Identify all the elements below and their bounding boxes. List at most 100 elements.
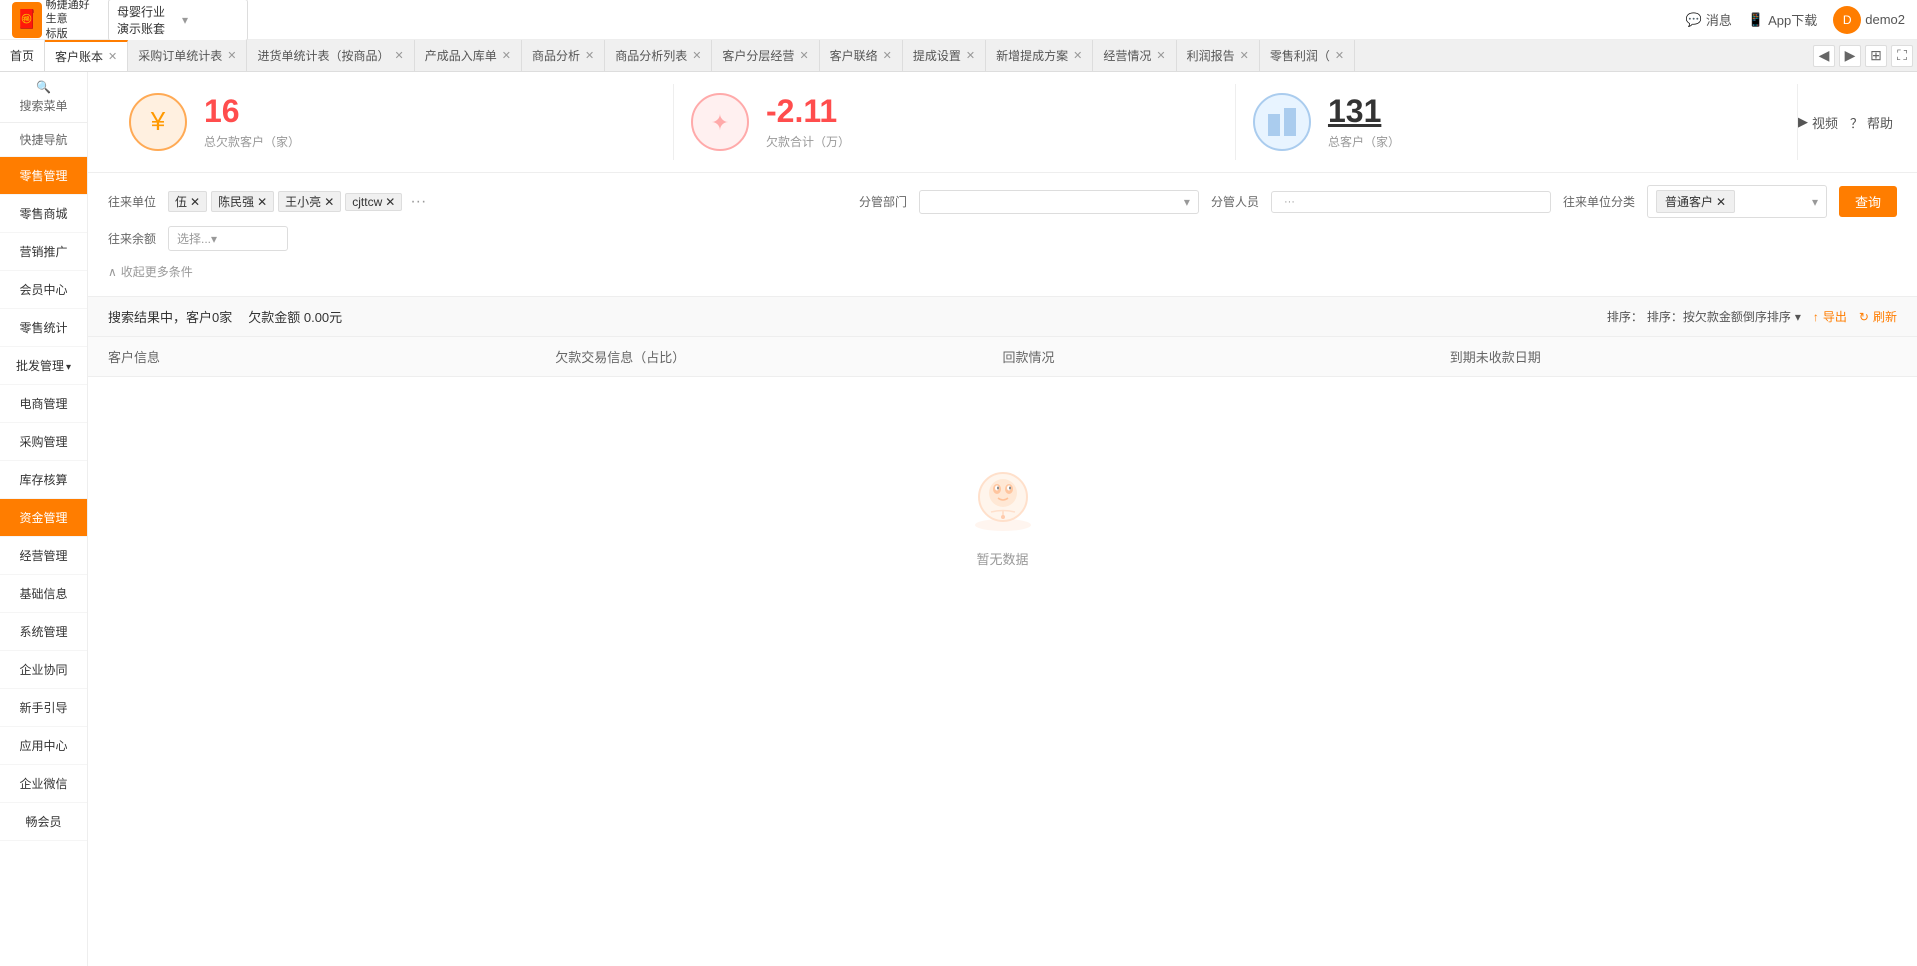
sidebar-item-member-center[interactable]: 会员中心 — [0, 271, 87, 309]
tab-expand-btn[interactable]: ⊞ — [1865, 45, 1887, 67]
app-download-btn[interactable]: 📱 App下载 — [1748, 10, 1817, 29]
tag-close-wu[interactable]: ✕ — [190, 195, 200, 209]
tab-close-icon[interactable]: ✕ — [108, 50, 117, 63]
tab-close-icon[interactable]: ✕ — [395, 49, 404, 62]
tab-business-status[interactable]: 经营情况 ✕ — [1093, 40, 1176, 72]
svg-text:✦: ✦ — [711, 110, 729, 135]
sidebar-quick-nav[interactable]: 快捷导航 — [0, 123, 87, 157]
export-btn[interactable]: ↑ 导出 — [1813, 308, 1847, 325]
tab-customer-ledger[interactable]: 客户账本 ✕ — [45, 40, 128, 72]
person-label: 分管人员 — [1211, 193, 1259, 210]
tab-close-icon[interactable]: ✕ — [1335, 49, 1344, 62]
tab-prev-btn[interactable]: ◀ — [1813, 45, 1835, 67]
sidebar-item-ecommerce[interactable]: 电商管理 — [0, 385, 87, 423]
stat-building-icon — [1252, 92, 1312, 152]
stat-star-icon: ✦ — [690, 92, 750, 152]
tab-close-icon[interactable]: ✕ — [1240, 49, 1249, 62]
tab-next-btn[interactable]: ▶ — [1839, 45, 1861, 67]
tab-home[interactable]: 首页 — [0, 40, 45, 72]
top-bar-right: 💬 消息 📱 App下载 D demo2 — [1686, 6, 1905, 34]
unit-class-select[interactable]: 普通客户 ✕ ▾ — [1647, 185, 1827, 218]
sidebar-item-enterprise-collab[interactable]: 企业协同 — [0, 651, 87, 689]
tab-goods-analysis-list[interactable]: 商品分析列表 ✕ — [605, 40, 712, 72]
person-more-icon[interactable]: ··· — [1280, 196, 1299, 208]
tab-retail-profit[interactable]: 零售利润（ ✕ — [1260, 40, 1355, 72]
sort-arrow-icon: ▾ — [1795, 310, 1801, 324]
video-help-btn[interactable]: ▶ 视频 — [1798, 113, 1838, 132]
tab-profit-report[interactable]: 利润报告 ✕ — [1177, 40, 1260, 72]
tab-purchase-stat[interactable]: 进货单统计表（按商品） ✕ — [247, 40, 414, 72]
tab-close-icon[interactable]: ✕ — [966, 49, 975, 62]
sidebar-item-app-center[interactable]: 应用中心 — [0, 727, 87, 765]
unit-class-tag-close[interactable]: ✕ — [1716, 195, 1726, 209]
stat-owe-customers-values: 16 总欠款客户（家） — [204, 94, 300, 150]
tab-fullscreen-btn[interactable]: ⛶ — [1891, 45, 1913, 67]
unit-class-tag: 普通客户 ✕ — [1656, 190, 1735, 213]
sidebar-item-inventory[interactable]: 库存核算 — [0, 461, 87, 499]
app-icon: 📱 — [1748, 12, 1764, 28]
tab-new-commission[interactable]: 新增提成方案 ✕ — [986, 40, 1093, 72]
tab-close-icon[interactable]: ✕ — [585, 49, 594, 62]
tab-customer-segment[interactable]: 客户分层经营 ✕ — [712, 40, 819, 72]
user-menu[interactable]: D demo2 — [1833, 6, 1905, 34]
col-header-due-date: 到期未收款日期 — [1450, 347, 1897, 366]
tag-close-wang[interactable]: ✕ — [324, 195, 334, 209]
video-icon: ▶ — [1798, 114, 1808, 130]
stat-owe-total-label: 欠款合计（万） — [766, 133, 850, 150]
tab-close-icon[interactable]: ✕ — [502, 49, 511, 62]
sidebar-item-finance[interactable]: 资金管理 — [0, 499, 87, 537]
tab-close-icon[interactable]: ✕ — [227, 49, 236, 62]
sidebar-item-marketing[interactable]: 营销推广 — [0, 233, 87, 271]
sidebar-item-basic-info[interactable]: 基础信息 — [0, 575, 87, 613]
sidebar-item-retail-stats[interactable]: 零售统计 — [0, 309, 87, 347]
tab-close-icon[interactable]: ✕ — [1156, 49, 1165, 62]
tab-close-icon[interactable]: ✕ — [799, 49, 808, 62]
unit-label: 往来单位 — [108, 193, 156, 210]
logo: 🧧 畅捷通好生意 标版 — [12, 0, 100, 41]
sidebar-item-purchase[interactable]: 采购管理 — [0, 423, 87, 461]
sort-button[interactable]: 排序： 排序：按欠款金额倒序排序 ▾ — [1607, 308, 1801, 325]
dept-label: 分管部门 — [859, 193, 907, 210]
tab-customer-contact[interactable]: 客户联络 ✕ — [820, 40, 903, 72]
balance-select[interactable]: 选择... ▾ — [168, 226, 288, 251]
logo-icon: 🧧 — [12, 2, 42, 38]
account-selector[interactable]: 母婴行业演示账套 ▾ — [108, 0, 248, 41]
tab-product-in[interactable]: 产成品入库单 ✕ — [415, 40, 522, 72]
tab-close-icon[interactable]: ✕ — [1073, 49, 1082, 62]
balance-arrow-icon: ▾ — [211, 232, 217, 246]
logo-text: 畅捷通好生意 标版 — [46, 0, 100, 41]
sidebar-item-business-mgmt[interactable]: 经营管理 — [0, 537, 87, 575]
empty-state: 暂无数据 — [88, 377, 1917, 648]
sidebar-item-retail-mall[interactable]: 零售商城 — [0, 195, 87, 233]
sidebar-item-beginner[interactable]: 新手引导 — [0, 689, 87, 727]
search-icon: 🔍 — [36, 80, 51, 94]
refresh-btn[interactable]: ↻ 刷新 — [1859, 308, 1897, 325]
collapse-btn[interactable]: ∧ 收起更多条件 — [108, 259, 1897, 284]
tab-goods-analysis[interactable]: 商品分析 ✕ — [522, 40, 605, 72]
tag-close-chen[interactable]: ✕ — [257, 195, 267, 209]
sidebar-item-wholesale[interactable]: 批发管理▾ — [0, 347, 87, 385]
query-button[interactable]: 查询 — [1839, 186, 1897, 217]
tag-close-cjttcw[interactable]: ✕ — [385, 195, 395, 209]
stat-owe-total-values: -2.11 欠款合计（万） — [766, 94, 850, 150]
sidebar-item-member[interactable]: 畅会员 — [0, 803, 87, 841]
tab-purchase-order[interactable]: 采购订单统计表 ✕ — [128, 40, 247, 72]
tab-commission-settings[interactable]: 提成设置 ✕ — [903, 40, 986, 72]
search-result-bar: 搜索结果中，客户0家 欠款金额 0.00元 排序： 排序：按欠款金额倒序排序 ▾… — [88, 297, 1917, 337]
filter-row-2: 往来余额 选择... ▾ — [108, 226, 1897, 251]
person-select[interactable]: ··· — [1271, 191, 1551, 213]
sidebar-item-system[interactable]: 系统管理 — [0, 613, 87, 651]
help-btn[interactable]: ？ 帮助 — [1850, 113, 1893, 132]
sidebar-search[interactable]: 🔍 搜索菜单 — [0, 72, 87, 123]
tab-close-icon[interactable]: ✕ — [692, 49, 701, 62]
sidebar-item-retail[interactable]: 零售管理 — [0, 157, 87, 195]
main-layout: 🔍 搜索菜单 快捷导航 零售管理 零售商城 营销推广 会员中心 零售统计 批发管… — [0, 72, 1917, 966]
stat-total-customers-values: 131 总客户（家） — [1328, 94, 1400, 150]
dept-select[interactable]: ▾ — [919, 190, 1199, 214]
message-btn[interactable]: 💬 消息 — [1686, 10, 1732, 29]
sidebar: 🔍 搜索菜单 快捷导航 零售管理 零售商城 营销推广 会员中心 零售统计 批发管… — [0, 72, 88, 966]
help-icon: ？ — [1850, 113, 1863, 132]
unit-tag-more[interactable]: ··· — [406, 193, 430, 211]
tab-close-icon[interactable]: ✕ — [883, 49, 892, 62]
sidebar-item-enterprise-wechat[interactable]: 企业微信 — [0, 765, 87, 803]
